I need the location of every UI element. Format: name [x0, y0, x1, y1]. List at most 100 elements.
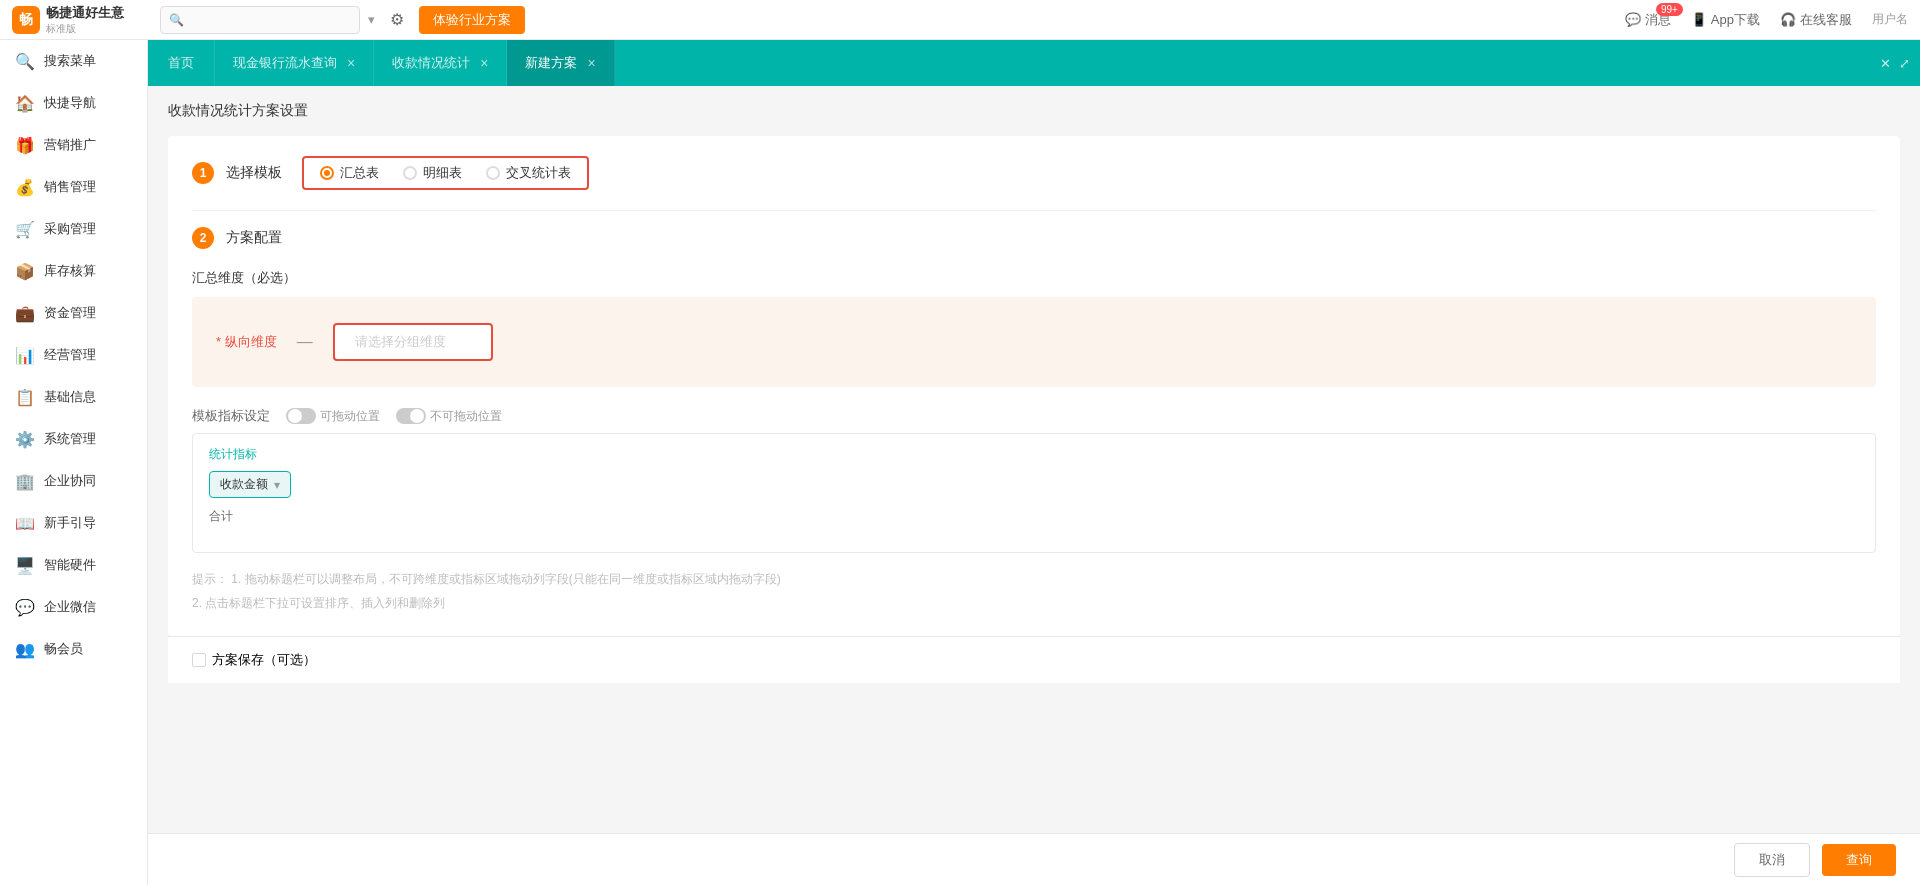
sidebar-item-inventory[interactable]: 📦 库存核算	[0, 250, 147, 292]
sidebar-label-member: 畅会员	[44, 640, 83, 658]
hardware-icon: 🖥️	[16, 556, 34, 574]
tab-home-label: 首页	[168, 54, 194, 72]
logo-text: 畅捷通好生意	[46, 4, 124, 22]
sidebar: 🔍 搜索菜单 🏠 快捷导航 🎁 营销推广 💰 销售管理 🛒 采购管理 📦 库存核…	[0, 40, 148, 885]
tab-receipt-stat[interactable]: 收款情况统计 ×	[374, 40, 507, 86]
message-icon: 💬	[1625, 12, 1641, 27]
sidebar-label-search: 搜索菜单	[44, 52, 96, 70]
notification-badge: 99+	[1656, 3, 1683, 16]
radio-group-template: 汇总表 明细表 交叉统计表	[320, 164, 571, 182]
stat-area-label: 统计指标	[209, 446, 1859, 463]
cancel-button[interactable]: 取消	[1734, 843, 1810, 877]
save-plan-checkbox[interactable]: 方案保存（可选）	[192, 651, 316, 669]
stat-tag-receipt-amount[interactable]: 收款金额 ▾	[209, 471, 291, 498]
sidebar-item-finance[interactable]: 💼 资金管理	[0, 292, 147, 334]
sidebar-item-newbie[interactable]: 📖 新手引导	[0, 502, 147, 544]
step2-row: 2 方案配置	[192, 227, 1876, 249]
trial-button[interactable]: 体验行业方案	[419, 6, 525, 34]
draggable-label: 可拖动位置	[320, 408, 380, 425]
sidebar-item-member[interactable]: 👥 畅会员	[0, 628, 147, 670]
tab-cashflow-close[interactable]: ×	[347, 55, 355, 71]
logo-icon: 畅	[12, 6, 40, 34]
member-icon: 👥	[16, 640, 34, 658]
radio-detail-label: 明细表	[423, 164, 462, 182]
top-search-input[interactable]: 🔍	[160, 6, 360, 34]
tab-receipt-stat-close[interactable]: ×	[480, 55, 488, 71]
dropdown-icon[interactable]: ▾	[368, 12, 375, 27]
dimension-box: * 纵向维度 — 请选择分组维度	[192, 297, 1876, 387]
config-area: 汇总维度（必选） * 纵向维度 — 请选择分组维度 模板指标设定 可拖动位置	[192, 269, 1876, 614]
radio-summary-label: 汇总表	[340, 164, 379, 182]
vertical-dimension-label: * 纵向维度	[216, 333, 277, 351]
dimension-select[interactable]: 请选择分组维度	[333, 323, 493, 361]
wechat-icon: 💬	[16, 598, 34, 616]
notification-button[interactable]: 💬 消息 99+	[1625, 11, 1671, 29]
sidebar-item-marketing[interactable]: 🎁 营销推广	[0, 124, 147, 166]
non-drag-badge: 不可拖动位置	[396, 408, 502, 425]
template-selector: 汇总表 明细表 交叉统计表	[302, 156, 589, 190]
search-bar-area: 🔍 ▾ ⚙ 体验行业方案	[160, 6, 1625, 34]
tab-home[interactable]: 首页	[148, 40, 215, 86]
tab-expand[interactable]: ⤢	[1899, 56, 1910, 71]
operation-icon: 📊	[16, 346, 34, 364]
stat-area: 统计指标 收款金额 ▾ 合计	[192, 433, 1876, 553]
sales-icon: 💰	[16, 178, 34, 196]
sidebar-item-enterprise[interactable]: 🏢 企业协同	[0, 460, 147, 502]
indicator-title: 模板指标设定	[192, 407, 270, 425]
base-info-icon: 📋	[16, 388, 34, 406]
tab-cashflow-label: 现金银行流水查询	[233, 54, 337, 72]
app-download-button[interactable]: 📱 App下载	[1691, 11, 1760, 29]
tab-receipt-stat-label: 收款情况统计	[392, 54, 470, 72]
sidebar-item-operation[interactable]: 📊 经营管理	[0, 334, 147, 376]
radio-summary[interactable]: 汇总表	[320, 164, 379, 182]
sidebar-label-purchase: 采购管理	[44, 220, 96, 238]
page-content-area: 收款情况统计方案设置 1 选择模板 汇总表 明细表	[148, 86, 1920, 885]
step1-row: 1 选择模板 汇总表 明细表 交叉统计表	[192, 156, 1876, 190]
purchase-icon: 🛒	[16, 220, 34, 238]
sidebar-item-sys-mgmt[interactable]: ⚙️ 系统管理	[0, 418, 147, 460]
tab-new-plan-label: 新建方案	[525, 54, 577, 72]
home-icon: 🏠	[16, 94, 34, 112]
radio-detail-circle	[403, 166, 417, 180]
newbie-icon: 📖	[16, 514, 34, 532]
sidebar-item-base-info[interactable]: 📋 基础信息	[0, 376, 147, 418]
draggable-badge: 可拖动位置	[286, 408, 380, 425]
tab-new-plan[interactable]: 新建方案 ×	[507, 40, 614, 86]
sidebar-item-quick-nav[interactable]: 🏠 快捷导航	[0, 82, 147, 124]
gear-button[interactable]: ⚙	[383, 6, 411, 34]
sidebar-item-search[interactable]: 🔍 搜索菜单	[0, 40, 147, 82]
enterprise-icon: 🏢	[16, 472, 34, 490]
sidebar-label-newbie: 新手引导	[44, 514, 96, 532]
sidebar-item-sales[interactable]: 💰 销售管理	[0, 166, 147, 208]
radio-detail[interactable]: 明细表	[403, 164, 462, 182]
stat-tag-dropdown-icon: ▾	[274, 478, 280, 492]
online-service-label: 在线客服	[1800, 11, 1852, 29]
page-title: 收款情况统计方案设置	[168, 102, 1900, 120]
sidebar-label-enterprise: 企业协同	[44, 472, 96, 490]
user-info[interactable]: 用户名	[1872, 11, 1908, 28]
sidebar-label-marketing: 营销推广	[44, 136, 96, 154]
tab-cashflow[interactable]: 现金银行流水查询 ×	[215, 40, 374, 86]
tips-area: 提示： 1. 拖动标题栏可以调整布局，不可跨维度或指标区域拖动列字段(只能在同一…	[192, 569, 1876, 614]
sidebar-label-inventory: 库存核算	[44, 262, 96, 280]
sidebar-item-wechat[interactable]: 💬 企业微信	[0, 586, 147, 628]
tip-1: 提示： 1. 拖动标题栏可以调整布局，不可跨维度或指标区域拖动列字段(只能在同一…	[192, 569, 1876, 591]
save-plan-checkbox-box	[192, 653, 206, 667]
arrow-icon: —	[297, 333, 313, 351]
tab-close-all[interactable]: ✕	[1880, 56, 1891, 71]
radio-cross[interactable]: 交叉统计表	[486, 164, 571, 182]
drag-toggle-off	[396, 408, 426, 424]
sidebar-item-smart-hw[interactable]: 🖥️ 智能硬件	[0, 544, 147, 586]
sidebar-label-finance: 资金管理	[44, 304, 96, 322]
query-button[interactable]: 查询	[1822, 844, 1896, 876]
tab-new-plan-close[interactable]: ×	[587, 55, 595, 71]
main-content: 首页 现金银行流水查询 × 收款情况统计 × 新建方案 × ✕ ⤢ 收款情况统计…	[148, 40, 1920, 885]
sys-icon: ⚙️	[16, 430, 34, 448]
tab-bar: 首页 现金银行流水查询 × 收款情况统计 × 新建方案 × ✕ ⤢	[148, 40, 1920, 86]
logo-area: 畅 畅捷通好生意 标准版	[12, 4, 160, 36]
sidebar-label-sys-mgmt: 系统管理	[44, 430, 96, 448]
sidebar-item-purchase[interactable]: 🛒 采购管理	[0, 208, 147, 250]
online-service-button[interactable]: 🎧 在线客服	[1780, 11, 1852, 29]
sidebar-label-sales: 销售管理	[44, 178, 96, 196]
app-icon: 📱	[1691, 12, 1707, 27]
